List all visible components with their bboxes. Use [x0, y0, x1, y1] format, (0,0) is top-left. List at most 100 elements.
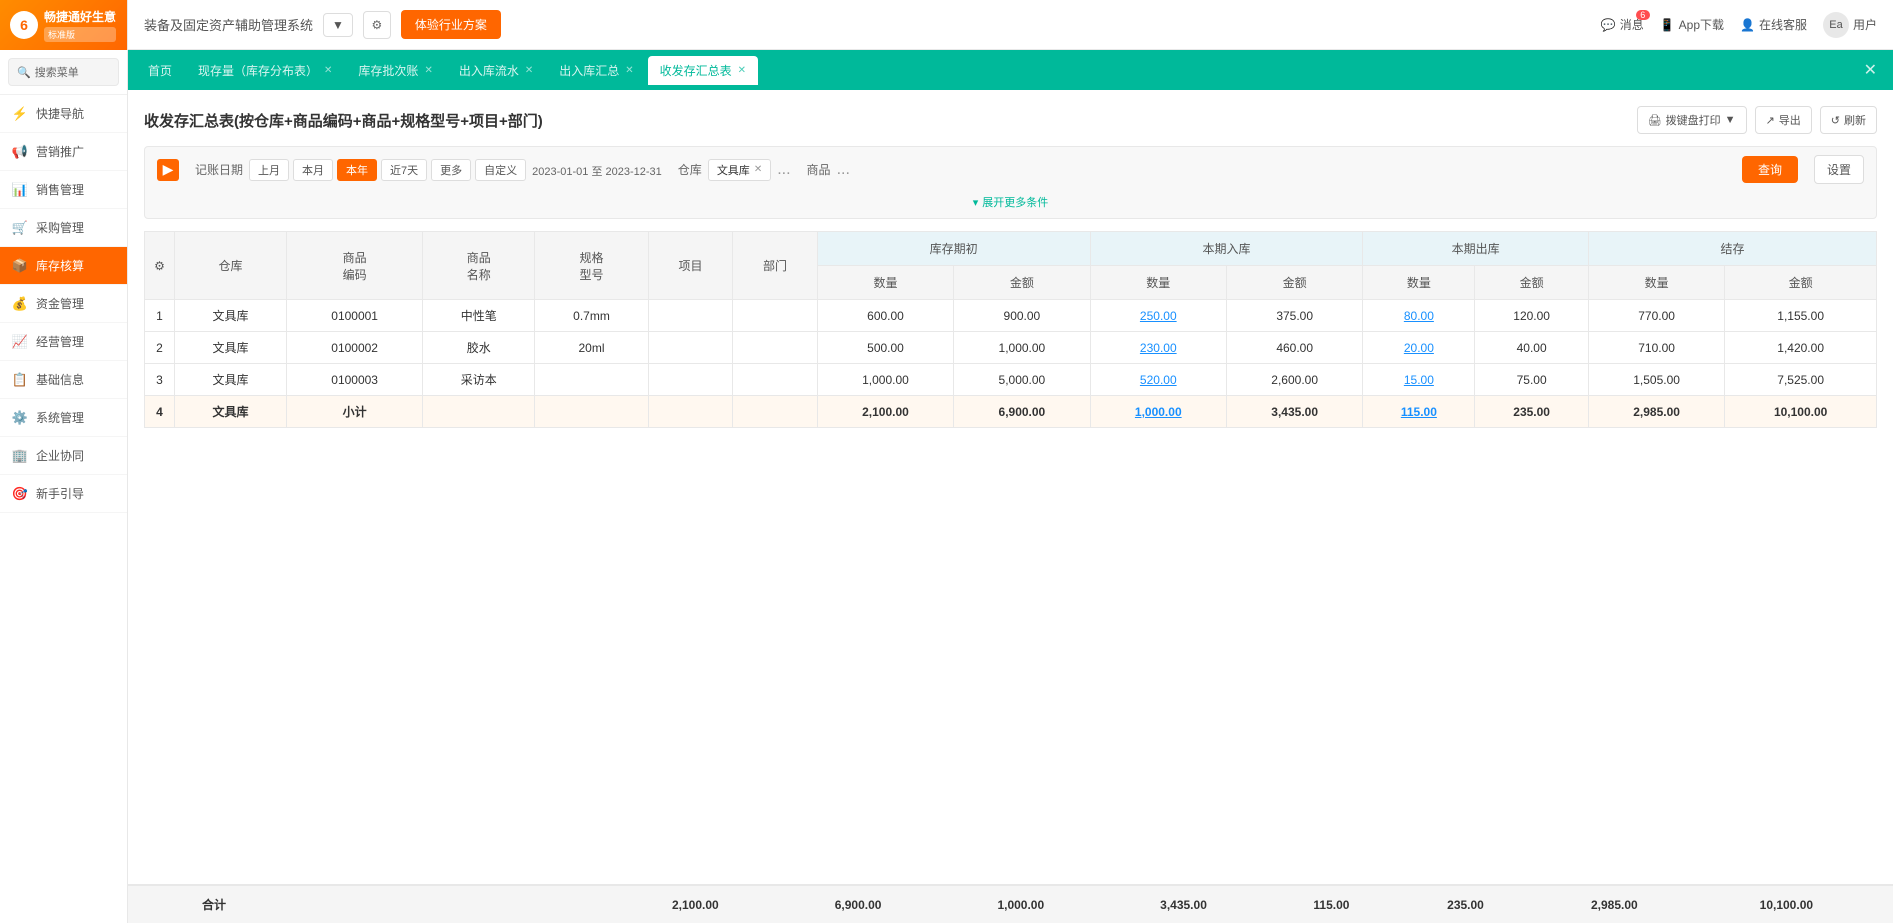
total-bal-amount: 10,100.00 [1696, 892, 1877, 917]
row1-dept [733, 300, 818, 332]
date-btn-7days[interactable]: 近7天 [381, 159, 427, 181]
tab-close-inout-summary[interactable]: ✕ [625, 65, 633, 76]
row1-bal-amount: 1,155.00 [1725, 300, 1877, 332]
column-settings-button[interactable]: 设置 [1814, 155, 1864, 184]
messages-btn[interactable]: 💬 消息 6 [1601, 16, 1644, 33]
sidebar-item-enterprise[interactable]: 🏢 企业协同 [0, 437, 127, 475]
data-table: ⚙ 仓库 商品编码 商品名称 规格型号 项目 部门 库存期初 本期入库 本期出库… [144, 231, 1877, 428]
newcomer-icon: 🎯 [12, 486, 28, 502]
col-bal-amount: 金额 [1725, 266, 1877, 300]
tab-home[interactable]: 首页 [136, 56, 184, 85]
online-service-btn[interactable]: 👤 在线客服 [1740, 16, 1807, 33]
subtotal-out-amount: 235.00 [1475, 396, 1589, 428]
sales-icon: 📊 [12, 182, 28, 198]
sidebar-item-base-info[interactable]: 📋 基础信息 [0, 361, 127, 399]
warehouse-more-btn[interactable]: ... [777, 162, 790, 178]
sidebar-search-area: 🔍 搜索菜单 [0, 50, 127, 95]
window-close-btn[interactable]: ✕ [1856, 56, 1885, 84]
row3-bal-amount: 7,525.00 [1725, 364, 1877, 396]
tab-batch-account[interactable]: 库存批次账 ✕ [346, 56, 444, 85]
col-bal-qty: 数量 [1588, 266, 1724, 300]
warehouse-tag: 文具库 ✕ [708, 159, 771, 181]
subtotal-open-amount: 6,900.00 [954, 396, 1090, 428]
page-title: 收发存汇总表(按仓库+商品编码+商品+规格型号+项目+部门) [144, 110, 543, 131]
topbar-right: 💬 消息 6 📱 App下载 👤 在线客服 Ea 用户 [1601, 12, 1877, 38]
user-menu-btn[interactable]: Ea 用户 [1823, 12, 1877, 38]
date-range-display: 2023-01-01 至 2023-12-31 [532, 163, 662, 179]
search-menu-button[interactable]: 🔍 搜索菜单 [8, 58, 119, 86]
print-icon: 🖨 [1648, 114, 1662, 127]
app-download-btn[interactable]: 📱 App下载 [1660, 16, 1724, 33]
tab-close-batch-account[interactable]: ✕ [424, 65, 432, 76]
col-out-amount: 金额 [1475, 266, 1589, 300]
row3-in-qty[interactable]: 520.00 [1090, 364, 1226, 396]
base-info-icon: 📋 [12, 372, 28, 388]
expand-filter-btn[interactable]: ▾ 展开更多条件 [973, 194, 1049, 210]
sidebar-item-system[interactable]: ⚙️ 系统管理 [0, 399, 127, 437]
row2-goods-code: 0100002 [286, 332, 422, 364]
table-settings-header[interactable]: ⚙ [145, 232, 175, 300]
filter-toggle-btn[interactable]: ▶ [157, 159, 179, 181]
col-header-dept: 部门 [733, 232, 818, 300]
row1-out-qty[interactable]: 80.00 [1363, 300, 1475, 332]
sidebar-logo: 6 畅捷通好生意 标准版 [0, 0, 127, 50]
total-row: 合计 2,100.00 6,900.00 1,000.00 3,435.00 1… [144, 892, 1877, 917]
sidebar-item-inventory[interactable]: 📦 库存核算 [0, 247, 127, 285]
tab-inout-summary[interactable]: 出入库汇总 ✕ [547, 56, 645, 85]
warehouse-tag-close[interactable]: ✕ [754, 164, 762, 175]
tab-close-inout-flow[interactable]: ✕ [525, 65, 533, 76]
row3-bal-qty: 1,505.00 [1588, 364, 1724, 396]
sidebar-item-quick-nav[interactable]: ⚡ 快捷导航 [0, 95, 127, 133]
finance-icon: 💰 [12, 296, 28, 312]
date-btn-this-year[interactable]: 本年 [337, 159, 377, 181]
filter-goods-group: 商品 ... [807, 161, 850, 178]
app-logo-text: 畅捷通好生意 标准版 [44, 8, 116, 42]
tab-inout-flow[interactable]: 出入库流水 ✕ [447, 56, 545, 85]
experience-btn[interactable]: 体验行业方案 [401, 10, 501, 39]
row2-in-qty[interactable]: 230.00 [1090, 332, 1226, 364]
total-open-amount: 6,900.00 [777, 892, 940, 917]
table-row: 2 文具库 0100002 胶水 20ml 500.00 1,000.00 23… [145, 332, 1877, 364]
col-header-goods-name: 商品名称 [423, 232, 535, 300]
row3-goods-spec [535, 364, 648, 396]
row2-open-qty: 500.00 [817, 332, 953, 364]
tab-close-stock-dist[interactable]: ✕ [324, 65, 332, 76]
goods-more-btn[interactable]: ... [837, 162, 850, 178]
refresh-icon: ↺ [1831, 114, 1840, 127]
query-button[interactable]: 查询 [1742, 156, 1798, 183]
subtotal-warehouse: 文具库 [175, 396, 287, 428]
system-dropdown[interactable]: ▼ [323, 13, 353, 37]
row2-out-qty[interactable]: 20.00 [1363, 332, 1475, 364]
row3-out-qty[interactable]: 15.00 [1363, 364, 1475, 396]
total-bal-qty: 2,985.00 [1533, 892, 1696, 917]
sidebar-nav: ⚡ 快捷导航 📢 营销推广 📊 销售管理 🛒 采购管理 📦 库存核算 💰 资金管… [0, 95, 127, 513]
total-out-qty: 115.00 [1265, 892, 1398, 917]
date-btn-last-month[interactable]: 上月 [249, 159, 289, 181]
sidebar-item-finance[interactable]: 💰 资金管理 [0, 285, 127, 323]
col-header-goods-spec: 规格型号 [535, 232, 648, 300]
date-btn-this-month[interactable]: 本月 [293, 159, 333, 181]
refresh-button[interactable]: ↺ 刷新 [1820, 106, 1877, 134]
tab-close-recv-send[interactable]: ✕ [738, 65, 746, 76]
sidebar-item-marketing[interactable]: 📢 营销推广 [0, 133, 127, 171]
tab-recv-send-summary[interactable]: 收发存汇总表 ✕ [648, 56, 758, 85]
sidebar-item-purchase[interactable]: 🛒 采购管理 [0, 209, 127, 247]
row3-out-amount: 75.00 [1475, 364, 1589, 396]
filter-row-main: ▶ 记账日期 上月 本月 本年 近7天 更多 自定义 2023-01-01 至 … [157, 155, 1864, 184]
subtotal-in-amount: 3,435.00 [1226, 396, 1362, 428]
date-btn-more[interactable]: 更多 [431, 159, 471, 181]
tab-stock-dist[interactable]: 现存量（库存分布表） ✕ [186, 56, 344, 85]
date-btn-custom[interactable]: 自定义 [475, 159, 526, 181]
avatar: Ea [1823, 12, 1849, 38]
subtotal-in-qty[interactable]: 1,000.00 [1090, 396, 1226, 428]
sidebar-item-newcomer[interactable]: 🎯 新手引导 [0, 475, 127, 513]
subtotal-out-qty[interactable]: 115.00 [1363, 396, 1475, 428]
sidebar-item-operation[interactable]: 📈 经营管理 [0, 323, 127, 361]
col-out-qty: 数量 [1363, 266, 1475, 300]
row2-no: 2 [145, 332, 175, 364]
export-button[interactable]: ↗ 导出 [1755, 106, 1812, 134]
settings-button[interactable]: ⚙ [363, 11, 391, 39]
print-button[interactable]: 🖨 拨键盘打印 ▼ [1637, 106, 1747, 134]
sidebar-item-sales[interactable]: 📊 销售管理 [0, 171, 127, 209]
row1-in-qty[interactable]: 250.00 [1090, 300, 1226, 332]
